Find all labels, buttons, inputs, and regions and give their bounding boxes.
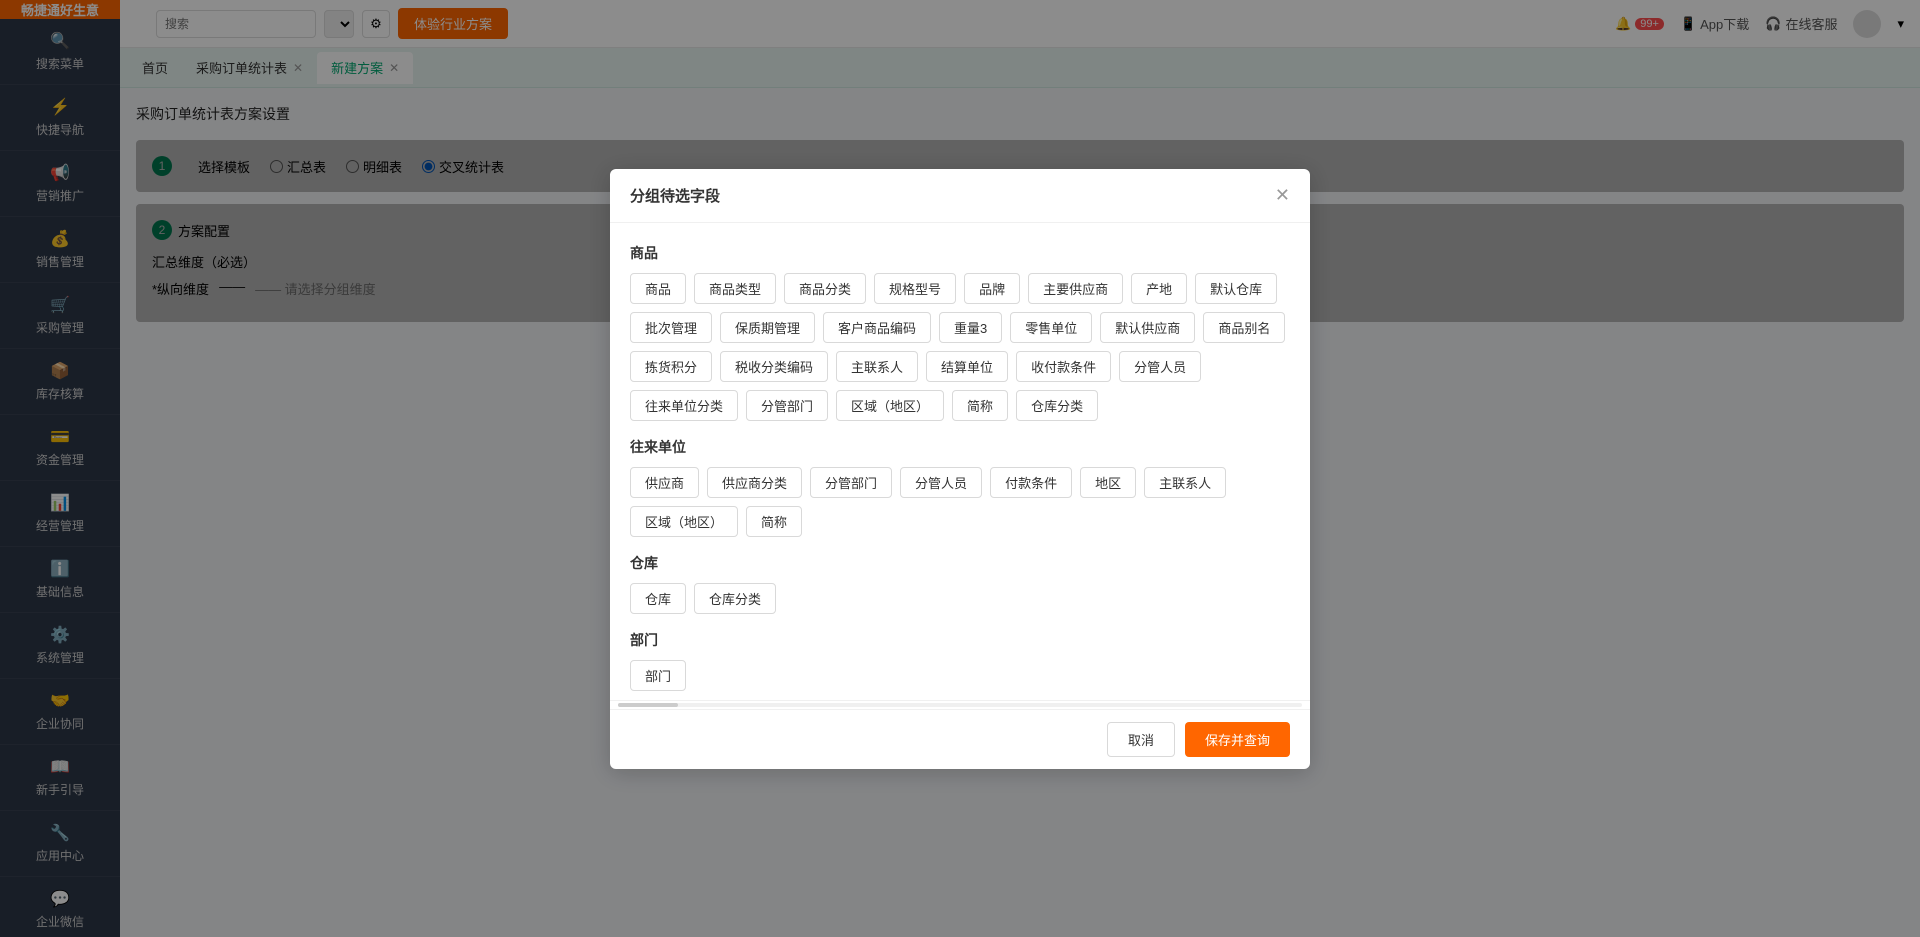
field-tag-0-1[interactable]: 商品类型 <box>694 273 776 304</box>
field-tag-1-8[interactable]: 简称 <box>746 506 802 537</box>
field-tag-1-5[interactable]: 地区 <box>1080 467 1136 498</box>
section-title-1: 往来单位 <box>630 437 1290 457</box>
field-tag-0-17[interactable]: 主联系人 <box>836 351 918 382</box>
modal-overlay: 分组待选字段 ✕ 商品商品商品类型商品分类规格型号品牌主要供应商产地默认仓库批次… <box>0 0 1920 937</box>
field-tag-0-21[interactable]: 往来单位分类 <box>630 390 738 421</box>
field-tag-0-23[interactable]: 区域（地区） <box>836 390 944 421</box>
field-tag-0-4[interactable]: 品牌 <box>964 273 1020 304</box>
dialog-header: 分组待选字段 ✕ <box>610 169 1310 223</box>
dialog-body[interactable]: 商品商品商品类型商品分类规格型号品牌主要供应商产地默认仓库批次管理保质期管理客户… <box>610 223 1310 700</box>
field-tag-1-4[interactable]: 付款条件 <box>990 467 1072 498</box>
field-tag-0-12[interactable]: 零售单位 <box>1010 312 1092 343</box>
dialog-footer: 取消 保存并查询 <box>610 709 1310 769</box>
field-tag-0-8[interactable]: 批次管理 <box>630 312 712 343</box>
field-group-1: 供应商供应商分类分管部门分管人员付款条件地区主联系人区域（地区） 简称 <box>630 467 1290 537</box>
field-tag-2-0[interactable]: 仓库 <box>630 583 686 614</box>
field-tag-0-10[interactable]: 客户商品编码 <box>823 312 931 343</box>
field-tag-0-18[interactable]: 结算单位 <box>926 351 1008 382</box>
dialog: 分组待选字段 ✕ 商品商品商品类型商品分类规格型号品牌主要供应商产地默认仓库批次… <box>610 169 1310 769</box>
field-group-0: 商品商品类型商品分类规格型号品牌主要供应商产地默认仓库批次管理保质期管理客户商品… <box>630 273 1290 421</box>
field-tag-0-2[interactable]: 商品分类 <box>784 273 866 304</box>
field-tag-0-22[interactable]: 分管部门 <box>746 390 828 421</box>
section-title-0: 商品 <box>630 243 1290 263</box>
field-tag-1-6[interactable]: 主联系人 <box>1144 467 1226 498</box>
field-tag-0-13[interactable]: 默认供应商 <box>1100 312 1195 343</box>
dialog-title: 分组待选字段 <box>630 185 720 206</box>
field-tag-3-0[interactable]: 部门 <box>630 660 686 691</box>
field-tag-0-9[interactable]: 保质期管理 <box>720 312 815 343</box>
field-tag-0-25[interactable]: 仓库分类 <box>1016 390 1098 421</box>
field-tag-0-7[interactable]: 默认仓库 <box>1195 273 1277 304</box>
field-tag-2-1[interactable]: 仓库分类 <box>694 583 776 614</box>
field-tag-1-1[interactable]: 供应商分类 <box>707 467 802 498</box>
field-group-2: 仓库仓库分类 <box>630 583 1290 614</box>
field-tag-0-6[interactable]: 产地 <box>1131 273 1187 304</box>
field-tag-0-20[interactable]: 分管人员 <box>1119 351 1201 382</box>
field-group-3: 部门 <box>630 660 1290 691</box>
field-tag-1-3[interactable]: 分管人员 <box>900 467 982 498</box>
field-tag-0-16[interactable]: 税收分类编码 <box>720 351 828 382</box>
field-tag-0-3[interactable]: 规格型号 <box>874 273 956 304</box>
field-tag-0-14[interactable]: 商品别名 <box>1203 312 1285 343</box>
field-tag-0-24[interactable]: 简称 <box>952 390 1008 421</box>
close-icon[interactable]: ✕ <box>1275 185 1290 206</box>
field-tag-1-2[interactable]: 分管部门 <box>810 467 892 498</box>
horizontal-scrollbar[interactable] <box>610 700 1310 709</box>
save-query-button[interactable]: 保存并查询 <box>1185 722 1290 757</box>
field-tag-0-5[interactable]: 主要供应商 <box>1028 273 1123 304</box>
section-title-2: 仓库 <box>630 553 1290 573</box>
section-title-3: 部门 <box>630 630 1290 650</box>
field-tag-1-0[interactable]: 供应商 <box>630 467 699 498</box>
field-tag-1-7[interactable]: 区域（地区） <box>630 506 738 537</box>
cancel-button[interactable]: 取消 <box>1107 722 1175 757</box>
field-tag-0-19[interactable]: 收付款条件 <box>1016 351 1111 382</box>
field-tag-0-11[interactable]: 重量3 <box>939 312 1002 343</box>
field-tag-0-15[interactable]: 拣货积分 <box>630 351 712 382</box>
field-tag-0-0[interactable]: 商品 <box>630 273 686 304</box>
